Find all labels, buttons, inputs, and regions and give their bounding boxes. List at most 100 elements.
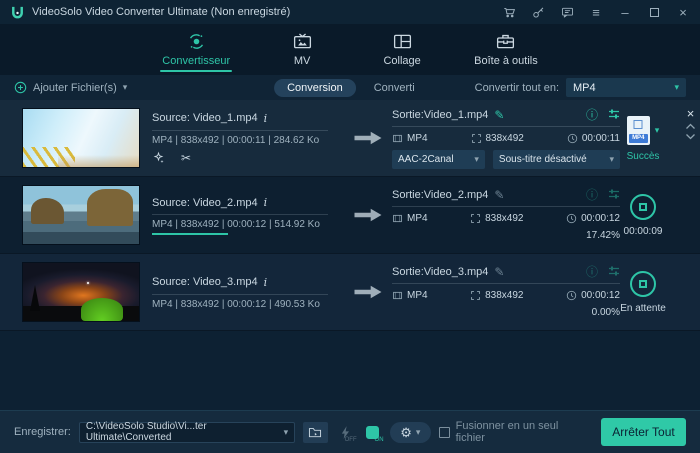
settings-button[interactable]: ⚙ ▾ bbox=[389, 421, 432, 443]
source-filename: Source: Video_1.mp4 bbox=[152, 112, 258, 124]
output-filename: Sortie:Video_3.mp4 bbox=[392, 265, 489, 278]
maximize-button[interactable] bbox=[647, 5, 661, 19]
file-row[interactable]: Source: Video_2.mp4 i MP4 | 838x492 | 00… bbox=[0, 177, 700, 254]
gpu-acceleration-toggle[interactable]: ON bbox=[363, 421, 384, 443]
file-row[interactable]: Source: Video_3.mp4 i MP4 | 838x492 | 00… bbox=[0, 254, 700, 331]
clock-icon bbox=[566, 213, 577, 224]
chevron-down-icon: ▾ bbox=[283, 426, 289, 437]
audio-track-select[interactable]: AAC-2Canal ▾ bbox=[392, 150, 485, 169]
move-up-icon[interactable] bbox=[685, 123, 696, 130]
info-icon[interactable]: i bbox=[264, 112, 268, 125]
source-column: Source: Video_1.mp4 i MP4 | 838x492 | 00… bbox=[152, 111, 348, 166]
tab-conversion[interactable]: Conversion bbox=[274, 78, 356, 97]
menu-icon[interactable]: ≡ bbox=[589, 5, 603, 19]
close-button[interactable]: × bbox=[676, 5, 690, 19]
divider bbox=[152, 129, 328, 131]
footer-bar: Enregistrer: C:\VideoSolo Studio\Vi...te… bbox=[0, 410, 700, 453]
tab-converti[interactable]: Converti bbox=[374, 82, 415, 94]
chevron-down-icon: ▾ bbox=[415, 426, 421, 437]
gear-icon: ⚙ bbox=[400, 424, 412, 440]
chevron-down-icon: ▾ bbox=[122, 82, 128, 92]
output-format: MP4 bbox=[407, 213, 428, 224]
boost-off-label: OFF bbox=[344, 437, 357, 443]
gpu-on-label: ON bbox=[374, 437, 384, 443]
active-tab-underline bbox=[160, 70, 233, 72]
resolution-icon bbox=[471, 214, 481, 223]
progress-bar bbox=[152, 233, 228, 235]
register-key-icon[interactable] bbox=[531, 5, 545, 19]
cart-icon[interactable] bbox=[502, 5, 516, 19]
info-icon[interactable]: i bbox=[264, 196, 268, 209]
chevron-down-icon: ▾ bbox=[674, 82, 679, 92]
stop-button[interactable] bbox=[630, 271, 656, 297]
source-meta: MP4 | 838x492 | 00:00:12 | 490.53 Ko bbox=[152, 298, 320, 310]
merge-label: Fusionner en un seul fichier bbox=[455, 420, 559, 444]
edit-effects-icon[interactable] bbox=[152, 151, 165, 166]
convert-all-group: Convertir tout en: MP4 ▾ bbox=[475, 78, 686, 97]
source-meta: MP4 | 838x492 | 00:00:12 | 514.92 Ko bbox=[152, 219, 320, 230]
convert-arrow-icon bbox=[348, 206, 388, 224]
row-status-area: En attente bbox=[610, 254, 676, 331]
remove-file-icon[interactable]: × bbox=[687, 107, 695, 120]
add-files-label: Ajouter Fichier(s) bbox=[33, 81, 117, 94]
output-resolution: 838x492 bbox=[485, 133, 524, 144]
tab-label: Boîte à outils bbox=[474, 55, 538, 67]
subtitle-select[interactable]: Sous-titre désactivé ▾ bbox=[492, 150, 620, 169]
tab-convertisseur[interactable]: Convertisseur bbox=[160, 24, 233, 75]
rename-icon[interactable]: ✎ bbox=[494, 188, 504, 202]
stop-button[interactable] bbox=[630, 194, 656, 220]
output-column: Sortie:Video_3.mp4 ✎ ⓘ MP4 838x492 00:00… bbox=[392, 264, 620, 320]
app-logo-icon bbox=[10, 5, 25, 20]
add-files-button[interactable]: Ajouter Fichier(s) ▾ bbox=[14, 81, 127, 94]
format-badge-select[interactable]: MP4 ▾ bbox=[626, 115, 659, 145]
status-label: 00:00:09 bbox=[623, 226, 663, 237]
file-row[interactable]: Source: Video_1.mp4 i MP4 | 838x492 | 00… bbox=[0, 100, 700, 177]
tab-boite-a-outils[interactable]: Boîte à outils bbox=[474, 24, 538, 75]
source-filename: Source: Video_3.mp4 bbox=[152, 276, 258, 288]
divider bbox=[392, 206, 620, 207]
divider bbox=[152, 214, 328, 215]
rename-icon[interactable]: ✎ bbox=[494, 265, 504, 279]
open-folder-button[interactable] bbox=[303, 421, 328, 443]
mv-icon bbox=[293, 33, 311, 49]
output-format-value: MP4 bbox=[573, 81, 596, 94]
save-to-label: Enregistrer: bbox=[14, 426, 71, 438]
tab-mv[interactable]: MV bbox=[274, 24, 330, 75]
source-filename: Source: Video_2.mp4 bbox=[152, 196, 258, 209]
titlebar: VideoSolo Video Converter Ultimate (Non … bbox=[0, 0, 700, 24]
tab-collage[interactable]: Collage bbox=[374, 24, 430, 75]
convert-arrow-icon bbox=[348, 283, 388, 301]
output-format: MP4 bbox=[407, 133, 428, 144]
video-thumbnail bbox=[22, 185, 140, 245]
source-column: Source: Video_3.mp4 i MP4 | 838x492 | 00… bbox=[152, 275, 348, 310]
rename-icon[interactable]: ✎ bbox=[494, 108, 504, 122]
move-down-icon[interactable] bbox=[685, 133, 696, 140]
stop-all-button[interactable]: Arrêter Tout bbox=[600, 418, 687, 446]
source-column: Source: Video_2.mp4 i MP4 | 838x492 | 00… bbox=[152, 195, 348, 235]
minimize-button[interactable]: – bbox=[618, 5, 632, 19]
resolution-icon bbox=[471, 134, 481, 143]
row-status-area: 00:00:09 bbox=[610, 177, 676, 254]
output-path-field[interactable]: C:\VideoSolo Studio\Vi...ter Ultimate\Co… bbox=[78, 421, 296, 443]
divider bbox=[392, 126, 620, 127]
feedback-icon[interactable] bbox=[560, 5, 574, 19]
file-list: Source: Video_1.mp4 i MP4 | 838x492 | 00… bbox=[0, 100, 700, 331]
output-info-icon[interactable]: ⓘ bbox=[586, 266, 598, 278]
hardware-boost-toggle[interactable]: OFF bbox=[336, 421, 357, 443]
window-title: VideoSolo Video Converter Ultimate (Non … bbox=[32, 6, 291, 18]
info-icon[interactable]: i bbox=[264, 276, 268, 289]
output-column: Sortie:Video_1.mp4 ✎ ⓘ MP4 838x492 00:00… bbox=[392, 107, 620, 169]
tab-label: Collage bbox=[383, 55, 421, 67]
source-meta: MP4 | 838x492 | 00:00:11 | 284.62 Ko bbox=[152, 134, 320, 146]
app-window: VideoSolo Video Converter Ultimate (Non … bbox=[0, 0, 700, 453]
output-info-icon[interactable]: ⓘ bbox=[586, 109, 598, 121]
merge-checkbox-group[interactable]: Fusionner en un seul fichier bbox=[439, 420, 583, 444]
output-format-select[interactable]: MP4 ▾ bbox=[566, 78, 686, 97]
merge-checkbox[interactable] bbox=[439, 426, 450, 438]
output-resolution: 838x492 bbox=[485, 213, 524, 224]
converter-icon bbox=[189, 34, 203, 49]
conversion-tabs: Conversion Converti bbox=[274, 78, 415, 97]
output-filename: Sortie:Video_2.mp4 bbox=[392, 188, 489, 201]
cut-icon[interactable]: ✂ bbox=[181, 152, 191, 164]
output-info-icon[interactable]: ⓘ bbox=[586, 189, 598, 201]
